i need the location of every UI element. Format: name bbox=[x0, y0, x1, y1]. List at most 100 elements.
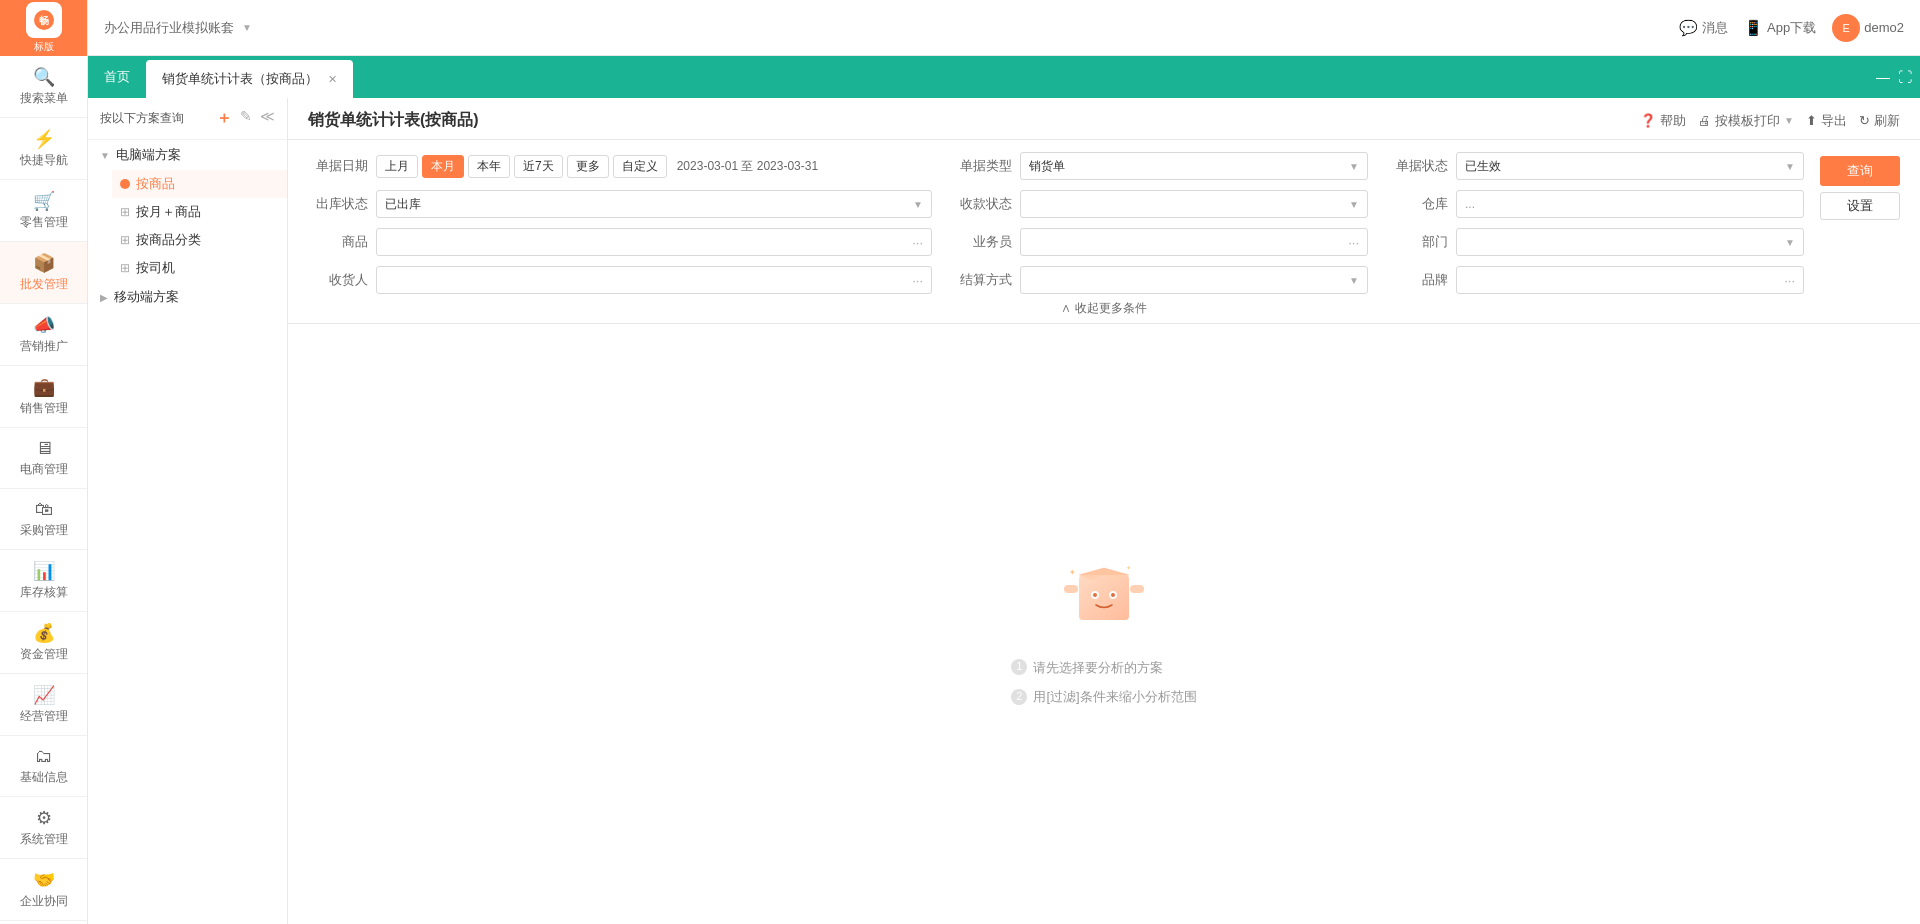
out-select[interactable]: 已出库 ▼ bbox=[376, 190, 932, 218]
goods-dots[interactable]: ··· bbox=[912, 235, 923, 250]
date-btn-custom[interactable]: 自定义 bbox=[613, 155, 667, 178]
receiver-label: 收货人 bbox=[308, 271, 368, 289]
main-area: 办公用品行业模拟账套 ▼ 💬 消息 📱 App下载 E demo2 首页 销货单… bbox=[88, 0, 1920, 924]
filter-warehouse: 仓库 ... bbox=[1388, 190, 1804, 218]
tree-node-by-month-goods[interactable]: ⊞ 按月＋商品 bbox=[112, 198, 287, 226]
collapse-bar[interactable]: ∧ 收起更多条件 bbox=[288, 294, 1920, 324]
sidebar-item-operation[interactable]: 📈 经营管理 bbox=[0, 674, 87, 736]
template-print-button[interactable]: 🖨 按模板打印 ▼ bbox=[1698, 112, 1794, 130]
receiver-dots[interactable]: ··· bbox=[912, 273, 923, 288]
receiver-select[interactable]: ··· bbox=[376, 266, 932, 294]
brand-dots[interactable]: ··· bbox=[1784, 273, 1795, 288]
sidebar-item-ecom[interactable]: 🖥 电商管理 bbox=[0, 428, 87, 489]
sidebar-item-quick[interactable]: ⚡ 快捷导航 bbox=[0, 118, 87, 180]
sidebar-item-system-label: 系统管理 bbox=[20, 832, 68, 846]
tree-node-by-category[interactable]: ⊞ 按商品分类 bbox=[112, 226, 287, 254]
print-icon: 🖨 bbox=[1698, 113, 1711, 128]
grid-icon-2: ⊞ bbox=[120, 233, 130, 247]
export-button[interactable]: ⬆ 导出 bbox=[1806, 112, 1847, 130]
minimize-icon[interactable]: — bbox=[1876, 69, 1890, 85]
sidebar-item-ecom-label: 电商管理 bbox=[20, 462, 68, 476]
tree-node-by-cashier[interactable]: ⊞ 按司机 bbox=[112, 254, 287, 282]
collapse-panel-icon[interactable]: ≪ bbox=[260, 108, 275, 129]
add-scheme-icon[interactable]: ＋ bbox=[216, 108, 232, 129]
date-btn-7days[interactable]: 近7天 bbox=[514, 155, 563, 178]
svg-text:畅: 畅 bbox=[39, 15, 49, 26]
collapse-label: ∧ 收起更多条件 bbox=[1061, 301, 1146, 315]
payment-select[interactable]: ▼ bbox=[1020, 266, 1368, 294]
dropdown-arrow[interactable]: ▼ bbox=[242, 22, 252, 33]
settings-button[interactable]: 设置 bbox=[1820, 192, 1900, 220]
dept-select[interactable]: ▼ bbox=[1456, 228, 1804, 256]
sidebar-item-purchase[interactable]: 🛍 采购管理 bbox=[0, 489, 87, 550]
page-actions: ❓ 帮助 🖨 按模板打印 ▼ ⬆ 导出 ↻ 刷新 bbox=[1640, 112, 1900, 130]
refresh-button[interactable]: ↻ 刷新 bbox=[1859, 112, 1900, 130]
message-button[interactable]: 💬 消息 bbox=[1679, 19, 1728, 37]
right-panel: 销货单统计计表(按商品) ❓ 帮助 🖨 按模板打印 ▼ ⬆ 导出 bbox=[288, 98, 1920, 924]
collab-icon: 🤝 bbox=[4, 869, 83, 891]
tree-node-mobile[interactable]: ▶ 移动端方案 bbox=[88, 282, 287, 312]
date-btn-this-year[interactable]: 本年 bbox=[468, 155, 510, 178]
tree-node-by-goods[interactable]: 按商品 bbox=[112, 170, 287, 198]
empty-state: ✦ ✦ 1 请先选择要分析的方案 2 用[过滤]条件来缩小分析范围 bbox=[288, 324, 1920, 924]
empty-tip-row-2: 2 用[过滤]条件来缩小分析范围 bbox=[1011, 685, 1196, 708]
tree-node-pc[interactable]: ▼ 电脑端方案 bbox=[88, 140, 287, 170]
date-btn-this-month[interactable]: 本月 bbox=[422, 155, 464, 178]
staff-dots[interactable]: ··· bbox=[1348, 235, 1359, 250]
type-select[interactable]: 销货单 ▼ bbox=[1020, 152, 1368, 180]
dept-label: 部门 bbox=[1388, 233, 1448, 251]
brand-select[interactable]: ··· bbox=[1456, 266, 1804, 294]
download-label: App下载 bbox=[1767, 19, 1816, 37]
pay-select[interactable]: ▼ bbox=[1020, 190, 1368, 218]
sidebar-item-wholesale[interactable]: 📦 批发管理 bbox=[0, 242, 87, 304]
avatar: E bbox=[1832, 14, 1860, 42]
status-select[interactable]: 已生效 ▼ bbox=[1456, 152, 1804, 180]
help-button[interactable]: ❓ 帮助 bbox=[1640, 112, 1686, 130]
tab-bar: 首页 销货单统计计表（按商品） ✕ — ⛶ bbox=[88, 56, 1920, 98]
header-left: 办公用品行业模拟账套 ▼ bbox=[104, 19, 252, 37]
sidebar-item-sales[interactable]: 💼 销售管理 bbox=[0, 366, 87, 428]
tip-num-1: 1 bbox=[1011, 659, 1027, 675]
filter-row-3: 商品 ··· 业务员 ··· bbox=[308, 228, 1804, 256]
refresh-icon: ↻ bbox=[1859, 113, 1870, 128]
staff-select[interactable]: ··· bbox=[1020, 228, 1368, 256]
filter-payment: 结算方式 ▼ bbox=[952, 266, 1368, 294]
tab-home[interactable]: 首页 bbox=[88, 56, 146, 98]
tab-current[interactable]: 销货单统计计表（按商品） ✕ bbox=[146, 60, 353, 98]
print-arrow: ▼ bbox=[1784, 115, 1794, 126]
date-btn-last-month[interactable]: 上月 bbox=[376, 155, 418, 178]
sidebar-item-finance[interactable]: 💰 资金管理 bbox=[0, 612, 87, 674]
sidebar-item-search[interactable]: 🔍 搜索菜单 bbox=[0, 56, 87, 118]
tip-num-2: 2 bbox=[1011, 689, 1027, 705]
operation-icon: 📈 bbox=[4, 684, 83, 706]
svg-rect-7 bbox=[1064, 585, 1078, 593]
goods-label: 商品 bbox=[308, 233, 368, 251]
goods-select[interactable]: ··· bbox=[376, 228, 932, 256]
app-download-button[interactable]: 📱 App下载 bbox=[1744, 19, 1816, 37]
edit-scheme-icon[interactable]: ✎ bbox=[240, 108, 252, 129]
left-panel: 按以下方案查询 ＋ ✎ ≪ ▼ 电脑端方案 按商品 ⊞ 按月＋商 bbox=[88, 98, 288, 924]
marketing-icon: 📣 bbox=[4, 314, 83, 336]
warehouse-select[interactable]: ... bbox=[1456, 190, 1804, 218]
maximize-icon[interactable]: ⛶ bbox=[1898, 69, 1912, 85]
filter-status: 单据状态 已生效 ▼ bbox=[1388, 152, 1804, 180]
sidebar-item-system[interactable]: ⚙ 系统管理 bbox=[0, 797, 87, 859]
date-btn-more[interactable]: 更多 bbox=[567, 155, 609, 178]
sidebar-item-collab[interactable]: 🤝 企业协同 bbox=[0, 859, 87, 921]
warehouse-label: 仓库 bbox=[1388, 195, 1448, 213]
sidebar-item-marketing[interactable]: 📣 营销推广 bbox=[0, 304, 87, 366]
sidebar-item-retail[interactable]: 🛒 零售管理 bbox=[0, 180, 87, 242]
content: 按以下方案查询 ＋ ✎ ≪ ▼ 电脑端方案 按商品 ⊞ 按月＋商 bbox=[88, 98, 1920, 924]
dept-arrow: ▼ bbox=[1785, 237, 1795, 248]
sidebar-item-basic[interactable]: 🗂 基础信息 bbox=[0, 736, 87, 797]
out-arrow: ▼ bbox=[913, 199, 923, 210]
tree-children-pc: 按商品 ⊞ 按月＋商品 ⊞ 按商品分类 ⊞ 按司机 bbox=[88, 170, 287, 282]
system-icon: ⚙ bbox=[4, 807, 83, 829]
user-profile[interactable]: E demo2 bbox=[1832, 14, 1904, 42]
sidebar-item-quick-label: 快捷导航 bbox=[20, 153, 68, 167]
sidebar-item-inventory[interactable]: 📊 库存核算 bbox=[0, 550, 87, 612]
query-button[interactable]: 查询 bbox=[1820, 156, 1900, 186]
tab-close-icon[interactable]: ✕ bbox=[328, 73, 337, 86]
basic-icon: 🗂 bbox=[4, 746, 83, 767]
inventory-icon: 📊 bbox=[4, 560, 83, 582]
